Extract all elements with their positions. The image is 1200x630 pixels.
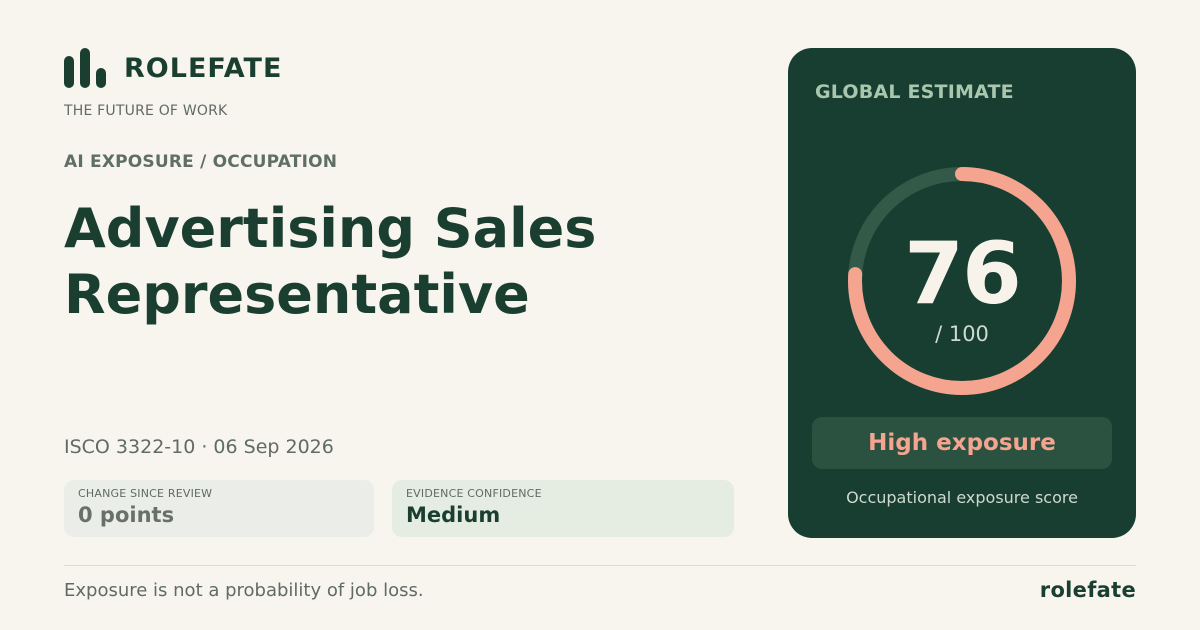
- stat-value: Medium: [406, 503, 501, 527]
- stat-label: CHANGE SINCE REVIEW: [78, 487, 213, 500]
- footer-disclaimer: Exposure is not a probability of job los…: [64, 580, 424, 601]
- brand: ROLEFATE: [64, 48, 282, 88]
- exposure-level-badge: High exposure: [812, 417, 1112, 469]
- stat-label: EVIDENCE CONFIDENCE: [406, 487, 542, 500]
- occupation-title-line-2: Representative: [64, 263, 530, 326]
- bar-chart-logo-icon: [64, 48, 106, 88]
- section-label: AI EXPOSURE / OCCUPATION: [64, 152, 338, 172]
- score-card-label: GLOBAL ESTIMATE: [815, 81, 1014, 103]
- score-card: GLOBAL ESTIMATE 76 / 100 High exposure O…: [788, 48, 1136, 538]
- occupation-meta: ISCO 3322-10 · 06 Sep 2026: [64, 436, 334, 458]
- brand-name: ROLEFATE: [124, 52, 283, 84]
- score-caption: Occupational exposure score: [846, 488, 1078, 507]
- occupation-title-line-1: Advertising Sales: [64, 197, 597, 260]
- evidence-confidence-stat: EVIDENCE CONFIDENCE Medium: [392, 480, 734, 537]
- footer-brand: rolefate: [1039, 578, 1136, 602]
- occupation-title: Advertising Sales Representative: [64, 196, 744, 328]
- brand-tagline: THE FUTURE OF WORK: [64, 103, 228, 119]
- stat-value: 0 points: [78, 503, 175, 527]
- score-denominator: / 100: [935, 322, 989, 346]
- footer-divider: [64, 565, 1136, 566]
- score-value: 76: [904, 224, 1022, 324]
- change-since-review-stat: CHANGE SINCE REVIEW 0 points: [64, 480, 374, 537]
